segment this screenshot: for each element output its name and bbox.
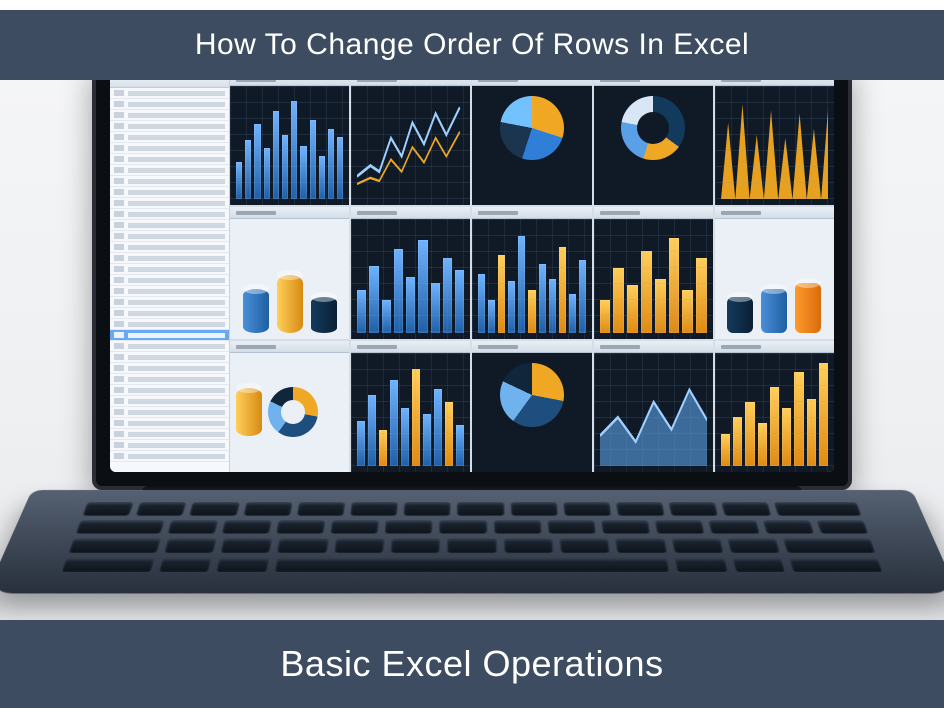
spreadsheet-sidebar <box>110 80 230 472</box>
chart-panel-pie-2 <box>472 341 593 472</box>
hero-illustration <box>0 80 944 620</box>
chart-panel-micro <box>594 207 715 338</box>
laptop-screen <box>110 80 834 472</box>
chart-panel-cyl <box>230 207 351 338</box>
chart-panel-bars-2 <box>351 207 472 338</box>
chart-panel-bars-5 <box>715 341 834 472</box>
laptop-keyboard <box>0 490 944 593</box>
footer-title: Basic Excel Operations <box>280 643 663 685</box>
chart-panel-donut <box>594 80 715 205</box>
chart-panel-cubes <box>715 207 834 338</box>
chart-panel-bars-3 <box>472 207 593 338</box>
chart-panel-line <box>351 80 472 205</box>
chart-panel-pie <box>472 80 593 205</box>
laptop-illustration <box>92 80 852 620</box>
page-title: How To Change Order Of Rows In Excel <box>195 28 749 62</box>
laptop-screen-bezel <box>92 80 852 490</box>
footer-banner: Basic Excel Operations <box>0 620 944 708</box>
dashboard-grid <box>230 80 834 472</box>
chart-panel-bars <box>230 80 351 205</box>
title-banner: How To Change Order Of Rows In Excel <box>0 10 944 80</box>
chart-panel-area <box>594 341 715 472</box>
chart-panel-bars-4 <box>351 341 472 472</box>
chart-panel-donut-2 <box>230 341 351 472</box>
chart-panel-spikes <box>715 80 834 205</box>
